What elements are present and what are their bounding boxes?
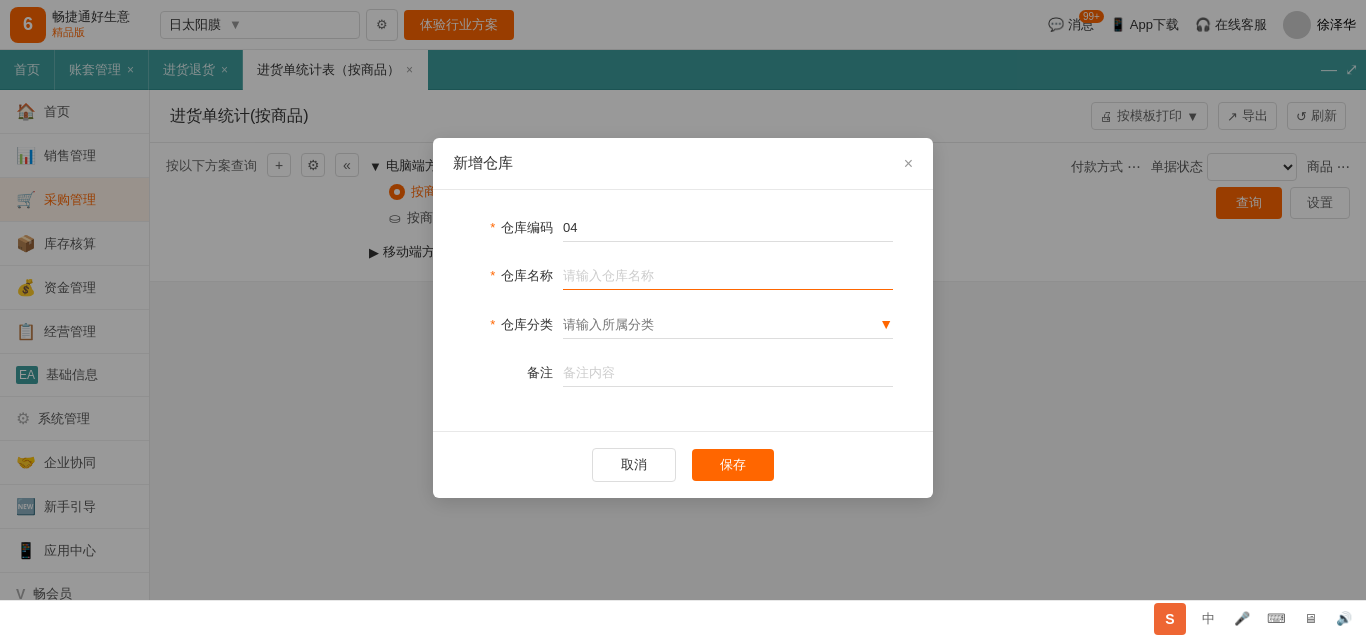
- warehouse-note-input[interactable]: [563, 359, 893, 387]
- chinese-input-icon[interactable]: 中: [1196, 607, 1220, 631]
- required-mark-category: *: [490, 317, 495, 332]
- warehouse-name-label: * 仓库名称: [473, 267, 553, 285]
- warehouse-code-input[interactable]: [563, 214, 893, 242]
- warehouse-category-label: * 仓库分类: [473, 316, 553, 334]
- modal-header: 新增仓库 ×: [433, 138, 933, 190]
- category-dropdown-icon[interactable]: ▼: [879, 316, 893, 332]
- add-warehouse-modal: 新增仓库 × * 仓库编码 * 仓库名称: [433, 138, 933, 498]
- warehouse-name-input[interactable]: [563, 262, 893, 290]
- bottom-bar: S 中 🎤 ⌨ 🖥 🔊: [0, 600, 1366, 636]
- s-logo: S: [1154, 603, 1186, 635]
- required-mark-name: *: [490, 268, 495, 283]
- warehouse-note-label: 备注: [473, 364, 553, 382]
- required-mark-code: *: [490, 220, 495, 235]
- warehouse-note-row: 备注: [473, 359, 893, 387]
- modal-close-icon[interactable]: ×: [904, 155, 913, 173]
- modal-footer: 取消 保存: [433, 431, 933, 498]
- save-button[interactable]: 保存: [692, 449, 774, 481]
- warehouse-code-label: * 仓库编码: [473, 219, 553, 237]
- warehouse-category-row: * 仓库分类 ▼: [473, 310, 893, 339]
- modal-title: 新增仓库: [453, 154, 513, 173]
- modal-body: * 仓库编码 * 仓库名称 * 仓库分类: [433, 190, 933, 431]
- keyboard-icon[interactable]: ⌨: [1264, 607, 1288, 631]
- cancel-button[interactable]: 取消: [592, 448, 676, 482]
- warehouse-category-input[interactable]: [563, 317, 879, 332]
- warehouse-code-row: * 仓库编码: [473, 214, 893, 242]
- volume-icon[interactable]: 🔊: [1332, 607, 1356, 631]
- display-icon[interactable]: 🖥: [1298, 607, 1322, 631]
- microphone-icon[interactable]: 🎤: [1230, 607, 1254, 631]
- warehouse-category-wrap: ▼: [563, 310, 893, 339]
- modal-overlay[interactable]: 新增仓库 × * 仓库编码 * 仓库名称: [0, 0, 1366, 636]
- warehouse-name-row: * 仓库名称: [473, 262, 893, 290]
